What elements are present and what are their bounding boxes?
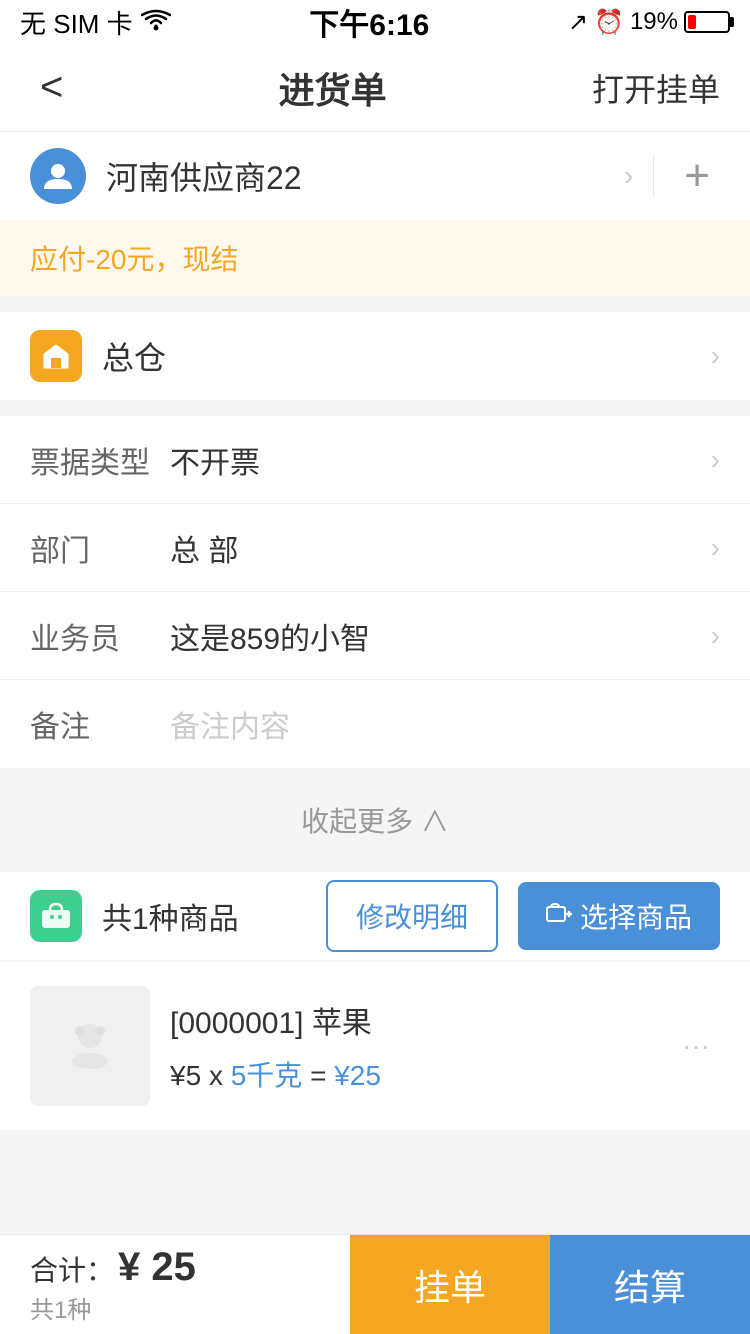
product-thumbnail bbox=[30, 986, 150, 1106]
product-item: [0000001] 苹果 ¥5 x 5千克 = ¥25 ··· bbox=[0, 962, 750, 1130]
salesman-value: 这是859的小智 bbox=[170, 614, 701, 658]
warehouse-name: 总仓 bbox=[102, 333, 701, 379]
open-pending-button[interactable]: 打开挂单 bbox=[592, 65, 720, 111]
battery-percent: 19% bbox=[630, 8, 678, 36]
form-section: 票据类型 不开票 › 部门 总 部 › 业务员 这是859的小智 › 备注 备注… bbox=[0, 416, 750, 768]
product-title: 苹果 bbox=[312, 1007, 372, 1040]
multiply-sign: x bbox=[209, 1060, 231, 1091]
product-code: [0000001] bbox=[170, 1007, 303, 1040]
quantity: 5千克 bbox=[231, 1060, 303, 1091]
checkout-button[interactable]: 结算 bbox=[550, 1235, 750, 1334]
back-button[interactable]: < bbox=[30, 55, 73, 120]
remark-input[interactable]: 备注内容 bbox=[170, 702, 720, 746]
page-title: 进货单 bbox=[279, 62, 387, 114]
alert-banner: 应付-20元，现结 bbox=[0, 220, 750, 296]
location-icon: ↗ bbox=[568, 8, 588, 37]
bottom-bar: 合计： ¥ 25 共1种 挂单 结算 bbox=[0, 1234, 750, 1334]
divider bbox=[653, 156, 654, 196]
hang-button[interactable]: 挂单 bbox=[350, 1235, 550, 1334]
supplier-chevron-icon: › bbox=[624, 160, 633, 192]
remark-row[interactable]: 备注 备注内容 bbox=[0, 680, 750, 768]
equals-sign: = bbox=[310, 1060, 334, 1091]
total-label: 合计： bbox=[30, 1249, 114, 1289]
status-time: 下午6:16 bbox=[309, 0, 429, 44]
supplier-section: 河南供应商22 › + 应付-20元，现结 bbox=[0, 132, 750, 296]
dept-label: 部门 bbox=[30, 526, 170, 570]
add-supplier-button[interactable]: + bbox=[674, 141, 720, 211]
product-count-text: 共1种商品 bbox=[102, 894, 306, 938]
select-product-button[interactable]: 选择商品 bbox=[518, 882, 720, 950]
salesman-row[interactable]: 业务员 这是859的小智 › bbox=[0, 592, 750, 680]
collapse-bar[interactable]: 收起更多 ∧ bbox=[0, 784, 750, 856]
edit-detail-button[interactable]: 修改明细 bbox=[326, 880, 498, 952]
salesman-label: 业务员 bbox=[30, 614, 170, 658]
warehouse-chevron-icon: › bbox=[711, 340, 720, 372]
hang-label: 挂单 bbox=[414, 1259, 486, 1311]
total-row: 合计： ¥ 25 bbox=[30, 1245, 320, 1290]
product-more-button[interactable]: ··· bbox=[672, 1020, 720, 1072]
total-count: 共1种 bbox=[30, 1290, 320, 1325]
status-left: 无 SIM 卡 bbox=[20, 4, 171, 41]
collapse-label: 收起更多 ∧ bbox=[301, 800, 449, 840]
battery-icon bbox=[684, 11, 730, 33]
dept-value: 总 部 bbox=[170, 526, 701, 570]
product-price: ¥5 x 5千克 = ¥25 bbox=[170, 1054, 672, 1094]
product-name: [0000001] 苹果 bbox=[170, 998, 672, 1042]
salesman-chevron-icon: › bbox=[711, 620, 720, 652]
supplier-avatar bbox=[30, 148, 86, 204]
product-info: [0000001] 苹果 ¥5 x 5千克 = ¥25 bbox=[170, 998, 672, 1094]
invoice-value: 不开票 bbox=[170, 438, 701, 482]
select-product-icon bbox=[546, 900, 572, 932]
unit-price: ¥5 bbox=[170, 1060, 201, 1091]
status-bar: 无 SIM 卡 下午6:16 ↗ ⏰ 19% bbox=[0, 0, 750, 44]
product-count-icon bbox=[30, 890, 82, 942]
wifi-icon bbox=[141, 7, 171, 38]
total-amount: ¥ 25 bbox=[118, 1245, 196, 1290]
supplier-row[interactable]: 河南供应商22 › + bbox=[0, 132, 750, 220]
dept-chevron-icon: › bbox=[711, 532, 720, 564]
remark-label: 备注 bbox=[30, 702, 170, 746]
warehouse-row[interactable]: 总仓 › bbox=[0, 312, 750, 400]
warehouse-section: 总仓 › bbox=[0, 312, 750, 400]
products-header: 共1种商品 修改明细 选择商品 bbox=[0, 872, 750, 960]
total-area: 合计： ¥ 25 共1种 bbox=[0, 1235, 350, 1334]
status-right: ↗ ⏰ 19% bbox=[568, 8, 730, 37]
checkout-label: 结算 bbox=[614, 1259, 686, 1311]
item-total: ¥25 bbox=[334, 1060, 381, 1091]
dept-row[interactable]: 部门 总 部 › bbox=[0, 504, 750, 592]
select-product-label: 选择商品 bbox=[580, 896, 692, 936]
supplier-name: 河南供应商22 bbox=[106, 153, 614, 199]
warehouse-icon bbox=[30, 330, 82, 382]
nav-bar: < 进货单 打开挂单 bbox=[0, 44, 750, 132]
invoice-row[interactable]: 票据类型 不开票 › bbox=[0, 416, 750, 504]
carrier-text: 无 SIM 卡 bbox=[20, 4, 133, 41]
alarm-icon: ⏰ bbox=[594, 8, 624, 37]
invoice-label: 票据类型 bbox=[30, 438, 170, 482]
invoice-chevron-icon: › bbox=[711, 444, 720, 476]
